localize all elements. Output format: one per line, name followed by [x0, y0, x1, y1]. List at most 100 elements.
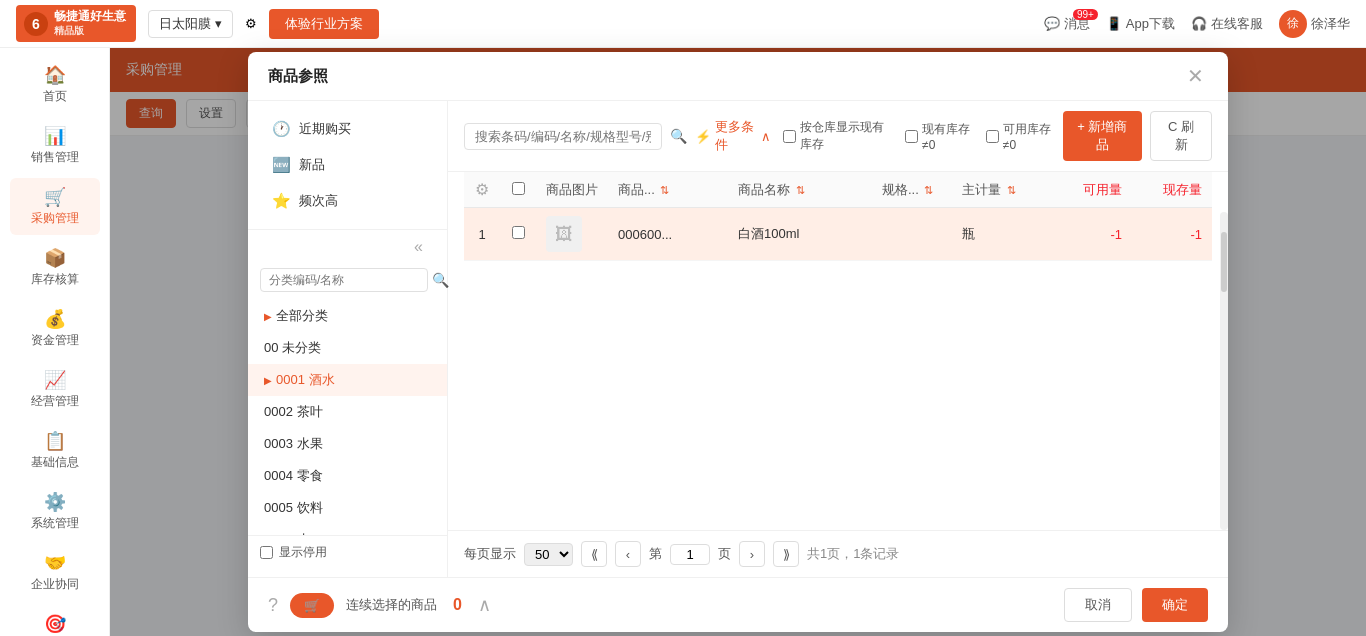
dialog-footer: ? 🛒 连续选择的商品 0 ∧ 取消 确定 — [248, 577, 1228, 632]
table-header-row: ⚙ 商品图片 — [464, 172, 1212, 208]
add-product-button[interactable]: + 新增商品 — [1063, 111, 1143, 161]
cancel-button[interactable]: 取消 — [1064, 588, 1132, 622]
scrollbar-thumb[interactable] — [1221, 232, 1227, 292]
select-all-checkbox[interactable] — [512, 182, 525, 195]
collapse-footer-icon[interactable]: ∧ — [478, 594, 491, 616]
new-products-item[interactable]: 🆕 新品 — [260, 149, 435, 181]
collapse-btn[interactable]: « — [414, 238, 423, 256]
sidebar-item-enterprise[interactable]: 🤝 企业协同 — [10, 544, 100, 601]
page-prefix-label: 第 — [649, 545, 662, 563]
avatar: 徐 — [1279, 10, 1307, 38]
frequent-label: 频次高 — [299, 192, 338, 210]
store-name: 日太阳膜 — [159, 15, 211, 33]
user-menu-btn[interactable]: 徐 徐泽华 — [1279, 10, 1350, 38]
category-item-beverage[interactable]: 0005 饮料 — [248, 492, 447, 524]
per-page-label: 每页显示 — [464, 545, 516, 563]
settings-icon-btn[interactable]: ⚙ — [245, 16, 257, 31]
category-arrow-liquor: ▶ — [264, 375, 272, 386]
toolbar: 🔍 ⚡ 更多条件 ∧ 按仓库显示现有库存 — [448, 101, 1228, 172]
sidebar-item-guide[interactable]: 🎯 新手引导 — [10, 605, 100, 636]
category-item-liquor[interactable]: ▶ 0001 酒水 — [248, 364, 447, 396]
recent-purchase-label: 近期购买 — [299, 120, 351, 138]
search-submit-icon[interactable]: 🔍 — [670, 128, 687, 144]
available-not-zero-checkbox[interactable] — [905, 130, 918, 143]
row-unit: 瓶 — [962, 226, 975, 241]
usable-not-zero-text: 可用库存≠0 — [1003, 121, 1055, 152]
cart-btn[interactable]: 🛒 — [290, 593, 334, 618]
refresh-button[interactable]: C 刷新 — [1150, 111, 1212, 161]
col-header-available[interactable]: 可用量 — [1032, 172, 1132, 208]
col-header-unit[interactable]: 主计量 ⇅ — [952, 172, 1032, 208]
sidebar-item-purchase[interactable]: 🛒 采购管理 — [10, 178, 100, 235]
category-item-water[interactable]: 0008 水 — [248, 524, 447, 535]
prev-page-btn[interactable]: ‹ — [615, 541, 641, 567]
category-item-none[interactable]: 00 未分类 — [248, 332, 447, 364]
message-icon: 💬 — [1044, 16, 1060, 31]
col-header-name[interactable]: 商品名称 ⇅ — [728, 172, 872, 208]
available-not-zero-text: 现有库存≠0 — [922, 121, 974, 152]
available-not-zero-label[interactable]: 现有库存≠0 — [905, 121, 974, 152]
category-item-snack[interactable]: 0004 零食 — [248, 460, 447, 492]
row-checkbox[interactable] — [512, 226, 525, 239]
sidebar-label-enterprise: 企业协同 — [31, 576, 79, 593]
by-warehouse-checkbox[interactable] — [783, 130, 796, 143]
table-row[interactable]: 1 🖼 — [464, 208, 1212, 261]
first-page-btn[interactable]: ⟪ — [581, 541, 607, 567]
app-download-label: App下载 — [1126, 15, 1175, 33]
clock-icon: 🕐 — [272, 120, 291, 138]
category-search-icon[interactable]: 🔍 — [432, 272, 449, 288]
col-header-spec[interactable]: 规格... ⇅ — [872, 172, 952, 208]
recent-purchase-item[interactable]: 🕐 近期购买 — [260, 113, 435, 145]
usable-not-zero-label[interactable]: 可用库存≠0 — [986, 121, 1055, 152]
headset-icon: 🎧 — [1191, 16, 1207, 31]
online-service-label: 在线客服 — [1211, 15, 1263, 33]
col-header-stock[interactable]: 现存量 — [1132, 172, 1212, 208]
topnav-right: 💬 消息 99+ 📱 App下载 🎧 在线客服 徐 徐泽华 — [1044, 10, 1350, 38]
help-icon[interactable]: ? — [268, 595, 278, 616]
sidebar-label-sales: 销售管理 — [31, 149, 79, 166]
sidebar-item-home[interactable]: 🏠 首页 — [10, 56, 100, 113]
divider — [248, 229, 447, 230]
category-item-fruit[interactable]: 0003 水果 — [248, 428, 447, 460]
row-image-cell: 🖼 — [536, 208, 608, 261]
inventory-icon: 📦 — [44, 247, 66, 269]
product-search-input[interactable] — [464, 123, 662, 150]
sort-spec-icon: ⇅ — [924, 184, 933, 196]
category-search-input[interactable] — [260, 268, 428, 292]
modal-overlay: 商品参照 ✕ 🕐 近期购买 🆕 — [110, 48, 1366, 636]
page-number-input[interactable] — [670, 544, 710, 565]
dialog-close-button[interactable]: ✕ — [1183, 66, 1208, 86]
col-header-code[interactable]: 商品... ⇅ — [608, 172, 728, 208]
per-page-select[interactable]: 50 — [524, 543, 573, 566]
confirm-button[interactable]: 确定 — [1142, 588, 1208, 622]
product-table: ⚙ 商品图片 — [464, 172, 1212, 261]
usable-not-zero-checkbox[interactable] — [986, 130, 999, 143]
category-item-all[interactable]: ▶ 全部分类 — [248, 300, 447, 332]
product-table-body: 1 🖼 — [464, 208, 1212, 261]
row-checkbox-cell[interactable] — [500, 208, 536, 261]
sidebar-item-system[interactable]: ⚙️ 系统管理 — [10, 483, 100, 540]
sidebar-item-sales[interactable]: 📊 销售管理 — [10, 117, 100, 174]
by-warehouse-checkbox-label[interactable]: 按仓库显示现有库存 — [783, 119, 893, 153]
filter-more-btn[interactable]: ⚡ 更多条件 ∧ — [695, 118, 771, 154]
last-page-btn[interactable]: ⟫ — [773, 541, 799, 567]
category-label-fruit: 0003 水果 — [264, 435, 323, 453]
app-sub: 精品版 — [54, 24, 126, 38]
show-disabled-checkbox[interactable] — [260, 546, 273, 559]
footer-right: 取消 确定 — [1064, 588, 1208, 622]
table-settings-icon[interactable]: ⚙ — [475, 181, 489, 198]
category-item-tea[interactable]: 0002 茶叶 — [248, 396, 447, 428]
trial-button[interactable]: 体验行业方案 — [269, 9, 379, 39]
app-download-btn[interactable]: 📱 App下载 — [1106, 15, 1175, 33]
frequent-item[interactable]: ⭐ 频次高 — [260, 185, 435, 217]
filter-checkboxes: 按仓库显示现有库存 现有库存≠0 可用库存≠0 — [783, 119, 1054, 153]
next-page-btn[interactable]: › — [739, 541, 765, 567]
online-service-btn[interactable]: 🎧 在线客服 — [1191, 15, 1263, 33]
sidebar-item-operations[interactable]: 📈 经营管理 — [10, 361, 100, 418]
store-selector[interactable]: 日太阳膜 ▾ — [148, 10, 233, 38]
sidebar-item-basic-info[interactable]: 📋 基础信息 — [10, 422, 100, 479]
notifications-btn[interactable]: 💬 消息 99+ — [1044, 15, 1090, 33]
table-scrollbar[interactable] — [1220, 212, 1228, 530]
sidebar-item-finance[interactable]: 💰 资金管理 — [10, 300, 100, 357]
sidebar-item-inventory[interactable]: 📦 库存核算 — [10, 239, 100, 296]
